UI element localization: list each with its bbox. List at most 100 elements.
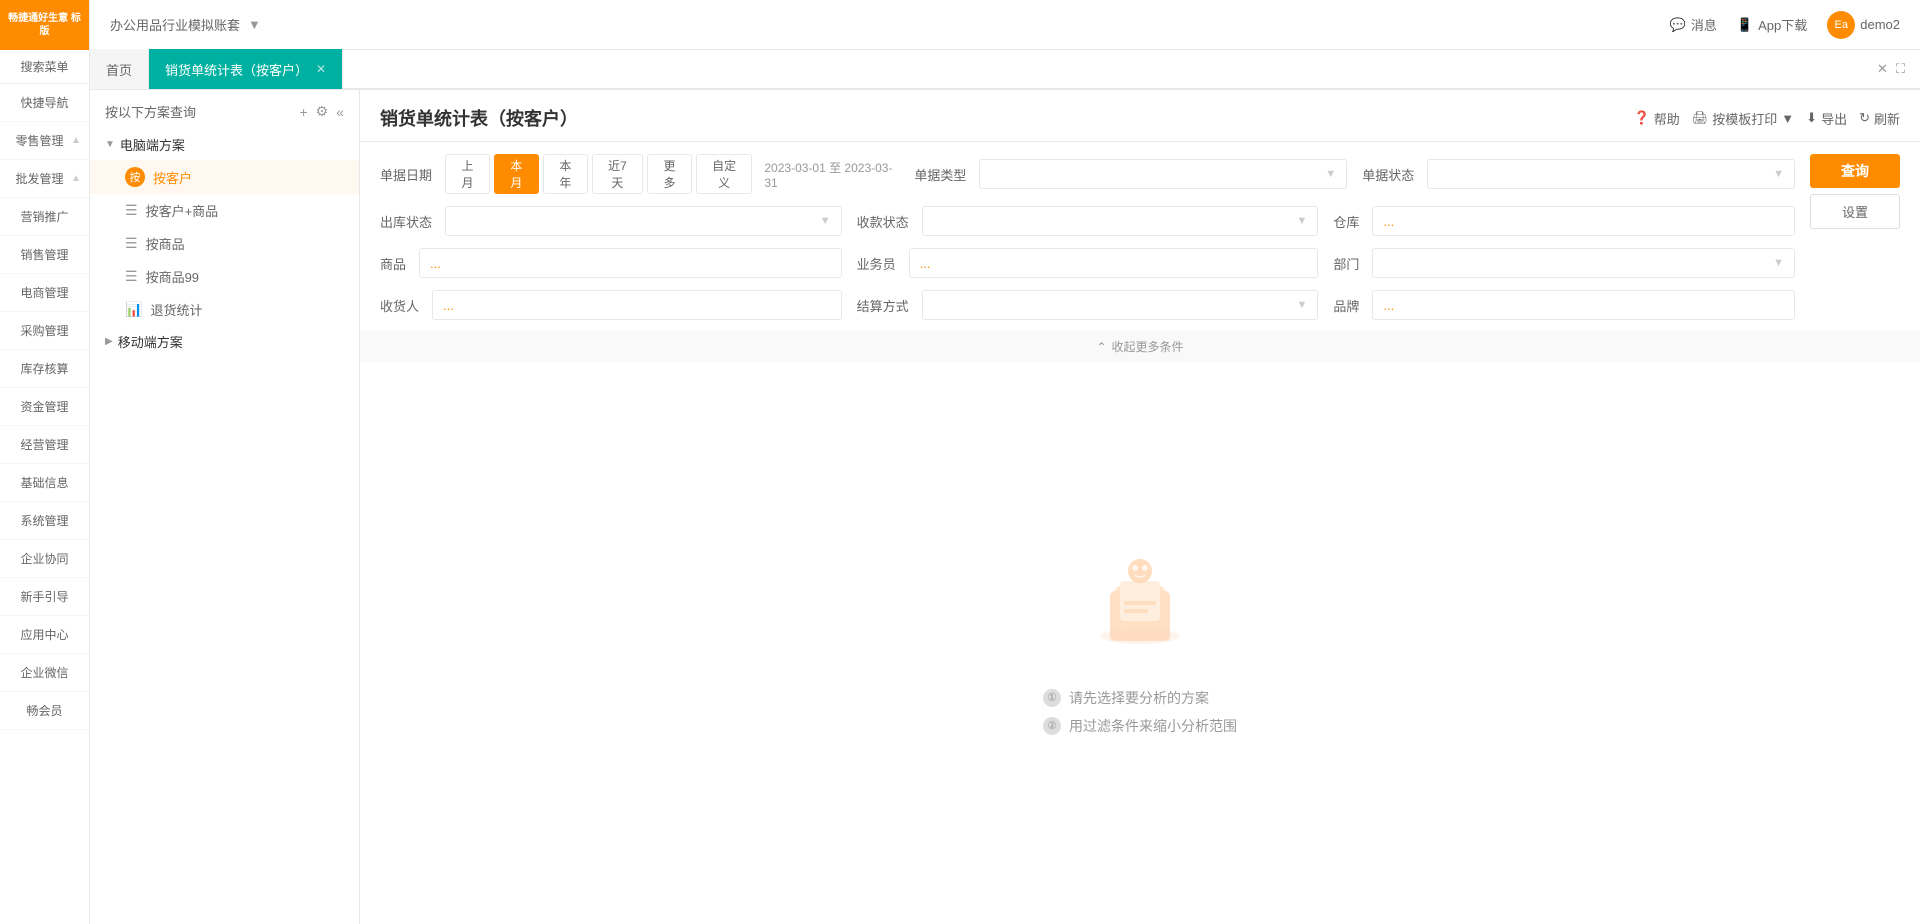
content-area: 按以下方案查询 + ⚙ « ▼ 电脑端方案 按 按客户 — [90, 90, 1920, 924]
tab-report[interactable]: 销货单统计表（按客户） ✕ — [149, 49, 343, 89]
sidebar-item-inventory[interactable]: 库存核算 — [0, 350, 89, 388]
sidebar-item-retail[interactable]: 零售管理 ▲ — [0, 122, 89, 160]
out-status-select[interactable]: ▼ — [445, 206, 842, 236]
sidebar-item-marketing[interactable]: 营销推广 — [0, 198, 89, 236]
tab-close-icon[interactable]: ✕ — [316, 62, 326, 76]
order-type-col: 单据类型 ▼ — [914, 159, 1362, 189]
empty-hint-2: ② 用过滤条件来缩小分析范围 — [1043, 716, 1237, 736]
retail-arrow: ▲ — [71, 135, 81, 146]
topbar-dropdown-icon[interactable]: ▼ — [248, 17, 261, 32]
appcenter-label: 应用中心 — [20, 626, 68, 643]
brand-select[interactable]: ... — [1372, 290, 1795, 320]
warehouse-col: 仓库 ... — [1333, 206, 1795, 236]
wholesale-arrow: ▲ — [71, 173, 81, 184]
user-action[interactable]: Ea demo2 — [1827, 11, 1900, 39]
refresh-icon: ↻ — [1859, 110, 1870, 126]
sidebar-item-enterprise[interactable]: 企业协同 — [0, 540, 89, 578]
order-status-arrow: ▼ — [1773, 168, 1784, 180]
settlement-select[interactable]: ▼ — [922, 290, 1319, 320]
print-button[interactable]: 🖨 按模板打印 ▼ — [1692, 109, 1794, 128]
settlement-label: 结算方式 — [857, 296, 909, 315]
page-actions: ❓ 帮助 🖨 按模板打印 ▼ ⬇ 导出 ↻ 刷新 — [1634, 109, 1900, 128]
topbar: 办公用品行业模拟账套 ▼ 💬 消息 📱 App下载 Ea demo2 — [90, 0, 1920, 50]
left-panel: 按以下方案查询 + ⚙ « ▼ 电脑端方案 按 按客户 — [90, 90, 360, 924]
sidebar-item-quick-nav[interactable]: 快捷导航 — [0, 84, 89, 122]
help-icon: ❓ — [1634, 110, 1650, 126]
collapse-text: 收起更多条件 — [1112, 338, 1184, 355]
payment-status-select[interactable]: ▼ — [922, 206, 1319, 236]
search-menu-label[interactable]: 搜索菜单 — [20, 60, 68, 74]
salesperson-dots: ... — [920, 256, 931, 271]
department-col: 部门 ▼ — [1333, 248, 1795, 278]
export-button[interactable]: ⬇ 导出 — [1806, 109, 1847, 128]
scheme-item-by-customer-goods[interactable]: ☰ 按客户+商品 — [90, 194, 359, 227]
refresh-button[interactable]: ↻ 刷新 — [1859, 109, 1900, 128]
purchase-label: 采购管理 — [20, 322, 68, 339]
sidebar-item-newguide[interactable]: 新手引导 — [0, 578, 89, 616]
help-button[interactable]: ❓ 帮助 — [1634, 109, 1680, 128]
maximize-icon[interactable]: ⛶ — [1896, 61, 1905, 77]
wechat-label: 企业微信 — [20, 664, 68, 681]
sidebar-item-wholesale[interactable]: 批发管理 ▲ — [0, 160, 89, 198]
warehouse-select[interactable]: ... — [1372, 206, 1795, 236]
date-label: 单据日期 — [380, 165, 432, 184]
message-action[interactable]: 💬 消息 — [1670, 15, 1717, 34]
scheme-item-by-customer[interactable]: 按 按客户 — [90, 160, 359, 194]
desktop-group-header[interactable]: ▼ 电脑端方案 — [90, 129, 359, 160]
sidebar-item-operation[interactable]: 经营管理 — [0, 426, 89, 464]
tab-home[interactable]: 首页 — [90, 49, 149, 89]
app-download-action[interactable]: 📱 App下载 — [1737, 15, 1807, 34]
consignee-select[interactable]: ... — [432, 290, 842, 320]
message-label: 消息 — [1691, 15, 1717, 34]
sidebar-item-member[interactable]: 畅会员 — [0, 692, 89, 730]
wholesale-label: 批发管理 — [8, 170, 71, 187]
collapse-bar[interactable]: ⌃ 收起更多条件 — [360, 330, 1920, 364]
tab-expand[interactable]: ✕ ⛶ — [1877, 61, 1920, 77]
order-status-select[interactable]: ▼ — [1427, 159, 1795, 189]
sidebar-item-purchase[interactable]: 采购管理 — [0, 312, 89, 350]
date-btn-this-year[interactable]: 本年 — [543, 154, 588, 194]
goods-dots: ... — [430, 256, 441, 271]
sidebar-item-appcenter[interactable]: 应用中心 — [0, 616, 89, 654]
add-scheme-icon[interactable]: + — [299, 104, 307, 120]
department-arrow: ▼ — [1773, 257, 1784, 269]
date-btn-last-month[interactable]: 上月 — [445, 154, 490, 194]
date-btn-custom[interactable]: 自定义 — [696, 154, 752, 194]
sidebar-item-ecommerce[interactable]: 电商管理 — [0, 274, 89, 312]
sidebar-item-wechat[interactable]: 企业微信 — [0, 654, 89, 692]
scheme-item-by-goods99[interactable]: ☰ 按商品99 — [90, 260, 359, 293]
date-btn-more[interactable]: 更多 — [647, 154, 692, 194]
page-title: 销货单统计表（按客户） — [380, 105, 578, 131]
order-type-select[interactable]: ▼ — [979, 159, 1347, 189]
settings-button[interactable]: 设置 — [1810, 194, 1900, 229]
out-status-label: 出库状态 — [380, 212, 432, 231]
close-window-icon[interactable]: ✕ — [1877, 61, 1888, 77]
newguide-label: 新手引导 — [20, 588, 68, 605]
filter-row-4: 收货人 ... 结算方式 ▼ — [380, 290, 1795, 320]
sidebar-item-sales[interactable]: 销售管理 — [0, 236, 89, 274]
app-download-icon: 📱 — [1737, 17, 1753, 33]
right-actions: 查询 设置 — [1810, 154, 1900, 229]
settings-scheme-icon[interactable]: ⚙ — [316, 103, 329, 120]
sidebar-item-system[interactable]: 系统管理 — [0, 502, 89, 540]
goods-select[interactable]: ... — [419, 248, 842, 278]
main-area: 办公用品行业模拟账套 ▼ 💬 消息 📱 App下载 Ea demo2 首页 — [90, 0, 1920, 924]
empty-state: ① 请先选择要分析的方案 ② 用过滤条件来缩小分析范围 — [360, 362, 1920, 924]
department-select[interactable]: ▼ — [1372, 248, 1795, 278]
topbar-right: 💬 消息 📱 App下载 Ea demo2 — [1670, 11, 1900, 39]
query-button[interactable]: 查询 — [1810, 154, 1900, 188]
brand-dots: ... — [1383, 298, 1394, 313]
by-goods99-label: 按商品99 — [146, 267, 199, 286]
scheme-item-return-stats[interactable]: 📊 退货统计 — [90, 293, 359, 326]
search-menu[interactable]: 搜索菜单 — [0, 50, 89, 84]
sidebar-item-finance[interactable]: 资金管理 — [0, 388, 89, 426]
scheme-item-by-goods[interactable]: ☰ 按商品 — [90, 227, 359, 260]
mobile-group-header[interactable]: ▶ 移动端方案 — [90, 326, 359, 357]
left-panel-title: 按以下方案查询 — [105, 102, 196, 121]
left-panel-header: 按以下方案查询 + ⚙ « — [90, 90, 359, 129]
salesperson-select[interactable]: ... — [909, 248, 1319, 278]
sidebar-item-basic[interactable]: 基础信息 — [0, 464, 89, 502]
date-btn-last7days[interactable]: 近7天 — [592, 154, 643, 194]
date-btn-this-month[interactable]: 本月 — [494, 154, 539, 194]
collapse-panel-icon[interactable]: « — [336, 104, 344, 120]
